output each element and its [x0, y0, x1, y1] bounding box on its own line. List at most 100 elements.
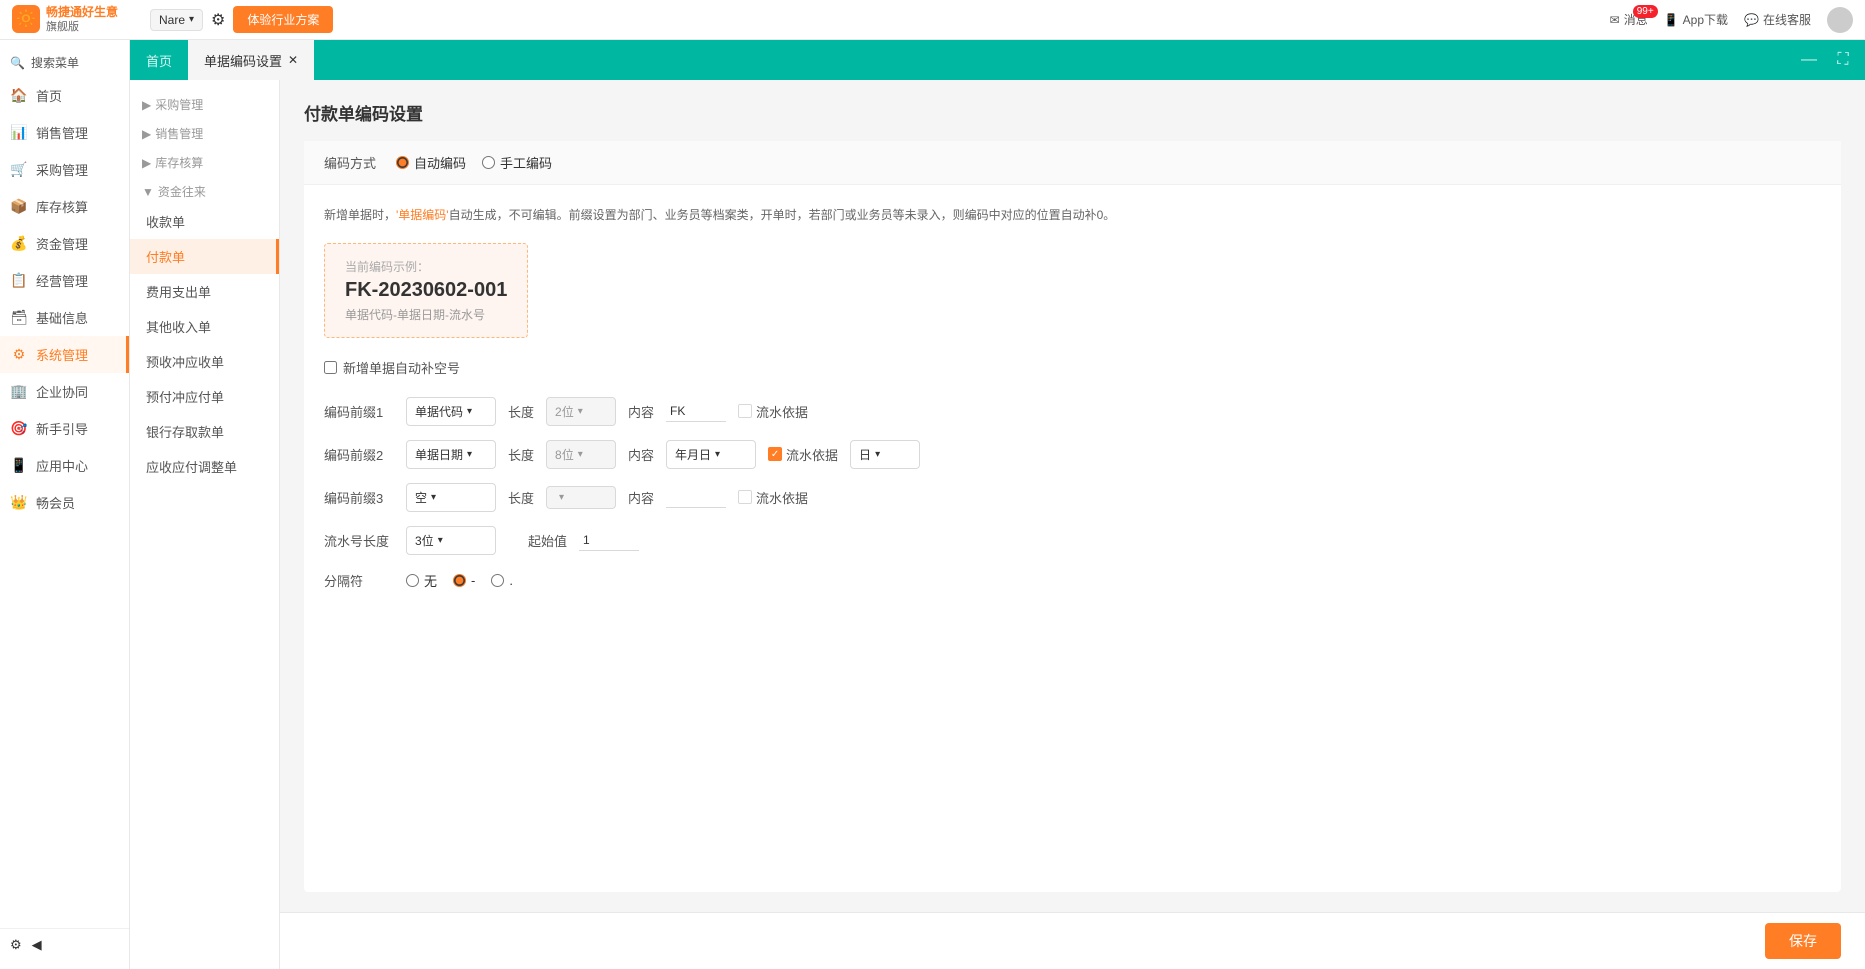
member-icon: 👑: [10, 494, 28, 512]
preview-box: 当前编码示例： FK-20230602-001 单据代码-单据日期-流水号: [324, 243, 528, 338]
prefix3-content-input[interactable]: [666, 487, 726, 508]
separator-none-radio[interactable]: [406, 574, 419, 587]
manual-code-radio[interactable]: [482, 156, 495, 169]
prefix3-select[interactable]: 空 ▾: [406, 483, 496, 512]
gear-icon[interactable]: ⚙: [211, 10, 225, 30]
tab-close-icon[interactable]: ✕: [288, 53, 298, 67]
sidebar-item-guide[interactable]: 🎯 新手引导: [0, 410, 129, 447]
auto-code-option[interactable]: 自动编码: [396, 153, 466, 172]
serial-select[interactable]: 3位 ▾: [406, 526, 496, 555]
prefix3-label: 编码前缀3: [324, 488, 394, 507]
sidebar-item-finance[interactable]: 💰 资金管理: [0, 225, 129, 262]
sec-item-prepay-receipt[interactable]: 预收冲应收单: [130, 344, 279, 379]
sidebar-item-enterprise[interactable]: 🏢 企业协同: [0, 373, 129, 410]
sidebar-item-member[interactable]: 👑 畅会员: [0, 484, 129, 521]
sidebar-item-basic[interactable]: 🗃 基础信息: [0, 299, 129, 336]
sec-group-capital[interactable]: ▼ 资金往来: [130, 175, 279, 204]
sec-item-income[interactable]: 其他收入单: [130, 309, 279, 344]
prefix2-content-select[interactable]: 年月日 ▾: [666, 440, 756, 469]
info-text: 新增单据时，'单据编码'自动生成，不可编辑。前缀设置为部门、业务员等档案类，开单…: [324, 205, 1821, 227]
industry-button[interactable]: 体验行业方案: [233, 6, 333, 33]
prefix2-stream-select[interactable]: 日 ▾: [850, 440, 920, 469]
purchase-icon: 🛒: [10, 161, 28, 179]
auto-fill-row: 新增单据自动补空号: [324, 358, 1821, 377]
separator-none-option[interactable]: 无: [406, 571, 437, 590]
sec-group-inventory[interactable]: ▶ 库存核算: [130, 146, 279, 175]
sec-item-prepay-payment[interactable]: 预付冲应付单: [130, 379, 279, 414]
tab-minimize-button[interactable]: —: [1795, 46, 1823, 74]
prefix2-len-select[interactable]: 8位 ▾: [546, 440, 616, 469]
separator-hyphen-radio[interactable]: [453, 574, 466, 587]
sidebar-item-operation[interactable]: 📋 经营管理: [0, 262, 129, 299]
preview-label: 当前编码示例：: [345, 258, 507, 275]
service-icon: 💬: [1744, 13, 1759, 27]
bottom-bar: 保存: [280, 912, 1865, 969]
chevron-icon: ▾: [438, 535, 443, 546]
sidebar-item-home[interactable]: 🏠 首页: [0, 77, 129, 114]
app-icon: 📱: [1664, 13, 1679, 27]
message-badge: 99+: [1633, 5, 1658, 18]
finance-icon: 💰: [10, 235, 28, 253]
company-selector[interactable]: Nare ▾: [150, 9, 203, 31]
separator-hyphen-option[interactable]: -: [453, 573, 475, 588]
message-item[interactable]: ✉ 消息 99+: [1610, 11, 1648, 28]
start-label: 起始值: [528, 531, 567, 550]
prefix1-content-input[interactable]: [666, 401, 726, 422]
chevron-icon: ▾: [467, 406, 472, 417]
preview-code: FK-20230602-001: [345, 279, 507, 302]
tab-maximize-button[interactable]: ⛶: [1829, 46, 1857, 74]
app-download-item[interactable]: 📱 App下载: [1664, 11, 1728, 28]
tab-home[interactable]: 首页: [130, 40, 188, 80]
sidebar-item-inventory[interactable]: 📦 库存核算: [0, 188, 129, 225]
separator-dot-radio[interactable]: [491, 574, 504, 587]
collapse-icon[interactable]: ◀: [32, 937, 42, 953]
prefix1-label: 编码前缀1: [324, 402, 394, 421]
prefix2-label: 编码前缀2: [324, 445, 394, 464]
sec-group-sales[interactable]: ▶ 销售管理: [130, 117, 279, 146]
settings-icon[interactable]: ⚙: [10, 937, 22, 953]
settings-card: 编码方式 自动编码 手工编码: [304, 141, 1841, 892]
separator-radio-group: 无 - .: [406, 571, 513, 590]
chevron-icon: ▾: [431, 492, 436, 503]
auto-fill-label: 新增单据自动补空号: [343, 358, 460, 377]
sec-item-expense[interactable]: 费用支出单: [130, 274, 279, 309]
sec-item-receipt[interactable]: 收款单: [130, 204, 279, 239]
serial-row: 流水号长度 3位 ▾ 起始值: [324, 526, 1821, 555]
sidebar-item-sales[interactable]: 📊 销售管理: [0, 114, 129, 151]
save-button[interactable]: 保存: [1765, 923, 1841, 959]
tab-coding[interactable]: 单据编码设置 ✕: [188, 40, 314, 80]
chevron-icon: ▾: [578, 449, 583, 460]
sec-item-payment[interactable]: 付款单: [130, 239, 279, 274]
auto-fill-checkbox[interactable]: [324, 361, 337, 374]
sidebar-item-system[interactable]: ⚙ 系统管理: [0, 336, 129, 373]
prefix2-stream: ✓ 流水依据: [768, 445, 838, 464]
start-value-input[interactable]: [579, 530, 639, 551]
logo-text: 畅捷通好生意 旗舰版: [46, 5, 118, 35]
sidebar-item-apps[interactable]: 📱 应用中心: [0, 447, 129, 484]
prefix1-stream-checkbox[interactable]: [738, 404, 752, 418]
prefix1-len-select[interactable]: 2位 ▾: [546, 397, 616, 426]
online-service-item[interactable]: 💬 在线客服: [1744, 11, 1811, 28]
sec-item-bank-deposit[interactable]: 银行存取款单: [130, 414, 279, 449]
sec-item-ar-ap-adjust[interactable]: 应收应付调整单: [130, 449, 279, 484]
separator-dot-option[interactable]: .: [491, 573, 513, 588]
sidebar-item-purchase[interactable]: 🛒 采购管理: [0, 151, 129, 188]
auto-code-radio[interactable]: [396, 156, 409, 169]
sec-group-purchase[interactable]: ▶ 采购管理: [130, 88, 279, 117]
avatar[interactable]: [1827, 7, 1853, 33]
main-content: 付款单编码设置 编码方式 自动编码: [280, 80, 1865, 912]
prefix2-stream-checkbox[interactable]: ✓: [768, 447, 782, 461]
prefix3-len-select[interactable]: ▾: [546, 486, 616, 509]
prefix3-len-label: 长度: [508, 488, 534, 507]
chevron-icon: ▾: [467, 449, 472, 460]
coding-method-radio-group: 自动编码 手工编码: [396, 153, 552, 172]
prefix1-stream: 流水依据: [738, 402, 808, 421]
prefix3-stream-checkbox[interactable]: [738, 490, 752, 504]
prefix1-select[interactable]: 单据代码 ▾: [406, 397, 496, 426]
settings-body: 新增单据时，'单据编码'自动生成，不可编辑。前缀设置为部门、业务员等档案类，开单…: [304, 185, 1841, 626]
main-layout: 🔍 搜索菜单 🏠 首页 📊 销售管理 🛒 采购管理 📦 库存核算 💰 资金管理 …: [0, 40, 1865, 969]
prefix2-select[interactable]: 单据日期 ▾: [406, 440, 496, 469]
manual-code-option[interactable]: 手工编码: [482, 153, 552, 172]
sidebar-bottom: ⚙ ◀: [0, 928, 129, 961]
search-menu[interactable]: 🔍 搜索菜单: [0, 48, 129, 77]
